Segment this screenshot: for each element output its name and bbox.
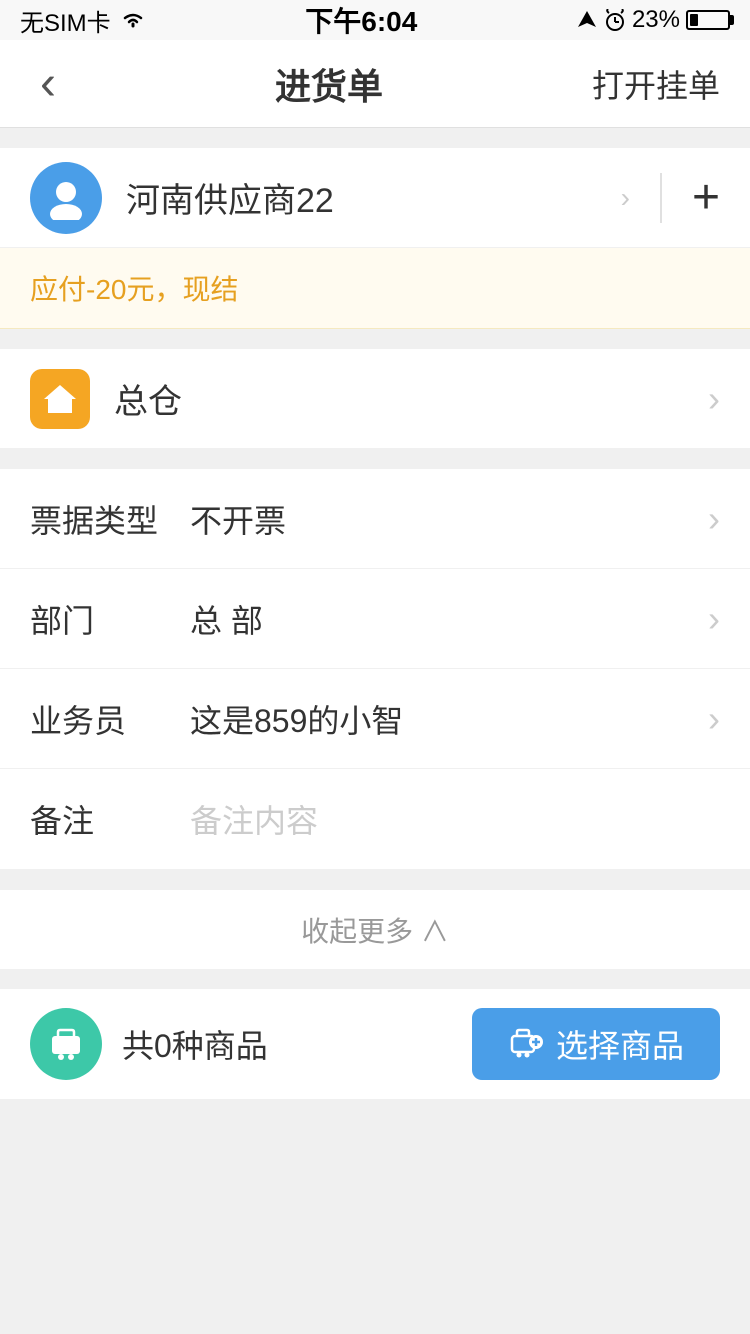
select-product-button[interactable]: 选择商品 [472, 1008, 720, 1080]
invoice-chevron-icon [708, 498, 720, 540]
supplier-divider [660, 173, 662, 223]
collapse-row[interactable]: 收起更多 ∧ [0, 889, 750, 969]
warehouse-icon [30, 369, 90, 429]
page-title: 进货单 [275, 58, 383, 110]
gray-background [0, 1099, 750, 1299]
dept-row[interactable]: 部门 总 部 [0, 569, 750, 669]
dept-label: 部门 [30, 596, 170, 642]
status-right: 23% [576, 6, 730, 34]
carrier-label: 无SIM卡 [20, 3, 111, 38]
supplier-chevron-icon: › [621, 182, 630, 214]
select-cart-icon [508, 1026, 544, 1062]
dept-chevron-icon [708, 598, 720, 640]
add-supplier-button[interactable]: + [692, 170, 720, 225]
status-bar: 无SIM卡 下午6:04 23% [0, 0, 750, 40]
supplier-name: 河南供应商22 [126, 173, 621, 222]
nav-bar: ‹ 进货单 打开挂单 [0, 40, 750, 128]
mid-divider [0, 329, 750, 349]
dept-value: 总 部 [170, 596, 708, 642]
top-divider [0, 128, 750, 148]
supplier-avatar [30, 162, 102, 234]
wifi-icon [119, 10, 147, 30]
warehouse-chevron-icon [708, 378, 720, 420]
gps-icon [576, 9, 598, 31]
bottom-bar: 共0种商品 选择商品 [0, 989, 750, 1099]
invoice-label: 票据类型 [30, 496, 170, 542]
note-label: 备注 [30, 796, 170, 842]
note-row[interactable]: 备注 备注内容 [0, 769, 750, 869]
status-time: 下午6:04 [305, 0, 417, 40]
notice-text: 应付-20元，现结 [30, 274, 238, 305]
house-icon [42, 381, 78, 417]
staff-chevron-icon [708, 698, 720, 740]
invoice-row[interactable]: 票据类型 不开票 [0, 469, 750, 569]
battery-percent: 23% [632, 6, 680, 34]
supplier-row[interactable]: 河南供应商22 › + [0, 148, 750, 248]
warehouse-name: 总仓 [114, 374, 708, 423]
person-icon [44, 176, 88, 220]
form-section: 票据类型 不开票 部门 总 部 业务员 这是859的小智 备注 备注内容 [0, 469, 750, 869]
staff-value: 这是859的小智 [170, 696, 708, 742]
product-count: 共0种商品 [122, 1021, 472, 1067]
open-pending-button[interactable]: 打开挂单 [592, 61, 720, 107]
status-left: 无SIM卡 [20, 3, 147, 38]
staff-label: 业务员 [30, 696, 170, 742]
back-button[interactable]: ‹ [30, 46, 66, 121]
cart-icon [46, 1024, 86, 1064]
alarm-icon [604, 9, 626, 31]
staff-row[interactable]: 业务员 这是859的小智 [0, 669, 750, 769]
note-input[interactable]: 备注内容 [170, 796, 720, 842]
battery-icon [686, 10, 730, 30]
invoice-value: 不开票 [170, 496, 708, 542]
select-product-label: 选择商品 [556, 1021, 684, 1067]
collapse-label: 收起更多 ∧ [301, 910, 449, 950]
notice-banner: 应付-20元，现结 [0, 248, 750, 329]
product-icon [30, 1008, 102, 1080]
warehouse-row[interactable]: 总仓 [0, 349, 750, 449]
